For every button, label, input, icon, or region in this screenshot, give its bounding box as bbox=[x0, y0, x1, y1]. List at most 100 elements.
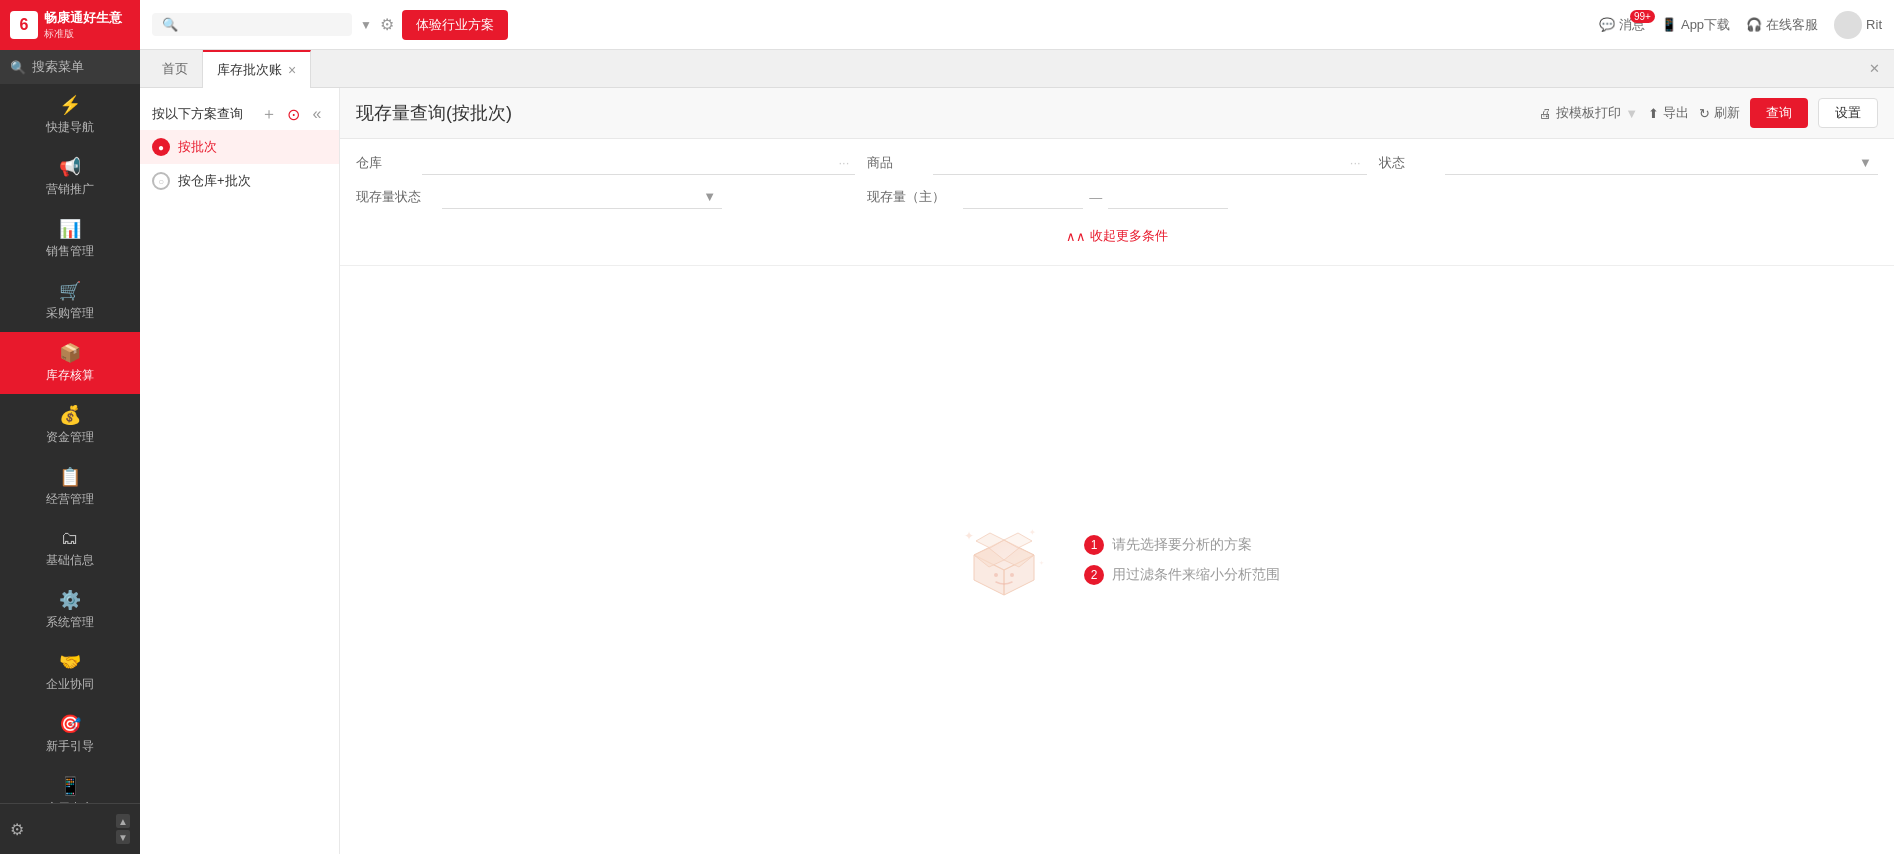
sidebar-item-purchase[interactable]: 🛒 采购管理 bbox=[0, 270, 140, 332]
sidebar-item-system[interactable]: ⚙️ 系统管理 bbox=[0, 579, 140, 641]
user-action[interactable]: Rit bbox=[1834, 11, 1882, 39]
add-scheme-btn[interactable]: ＋ bbox=[259, 104, 279, 124]
page-title: 现存量查询(按批次) bbox=[356, 101, 512, 125]
search-icon: 🔍 bbox=[10, 60, 26, 75]
edition-label: 标准版 bbox=[44, 27, 122, 40]
sidebar-item-marketing[interactable]: 📢 营销推广 bbox=[0, 146, 140, 208]
sidebar: 6 畅康通好生意 标准版 🔍 搜索菜单 ⚡ 快捷导航 📢 营销推广 📊 销售管理… bbox=[0, 0, 140, 854]
main-area: 🔍 ▼ ⚙ 体验行业方案 💬 消息 99+ 📱 App下载 🎧 在线客服 R bbox=[140, 0, 1894, 854]
export-btn[interactable]: ⬆ 导出 bbox=[1648, 104, 1689, 122]
topbar-gear-icon[interactable]: ⚙ bbox=[380, 15, 394, 34]
tab-batch-label: 库存批次账 bbox=[217, 61, 282, 79]
scheme-by-warehouse-batch-label: 按仓库+批次 bbox=[178, 172, 251, 190]
user-name: Rit bbox=[1866, 17, 1882, 32]
sidebar-nav: ⚡ 快捷导航 📢 营销推广 📊 销售管理 🛒 采购管理 📦 库存核算 💰 资金管… bbox=[0, 84, 140, 803]
topbar-search-area[interactable]: 🔍 bbox=[152, 13, 352, 36]
marketing-icon: 📢 bbox=[59, 156, 81, 178]
panel-header: 按以下方案查询 ＋ ⊙ « bbox=[140, 98, 339, 130]
company-name: 畅康通好生意 bbox=[44, 10, 122, 27]
sidebar-item-enterprise[interactable]: 🤝 企业协同 bbox=[0, 641, 140, 703]
header-text: 畅康通好生意 标准版 bbox=[44, 10, 122, 40]
page-header-actions: 🖨 按模板打印 ▼ ⬆ 导出 ↻ 刷新 查询 设置 bbox=[1539, 98, 1878, 128]
stock-qty-max-input[interactable] bbox=[1108, 185, 1228, 209]
tip-1-text: 请先选择要分析的方案 bbox=[1112, 536, 1252, 554]
stock-qty-min-input[interactable] bbox=[963, 185, 1083, 209]
sales-icon: 📊 bbox=[59, 218, 81, 240]
empty-tips: 1 请先选择要分析的方案 2 用过滤条件来缩小分析范围 bbox=[1084, 535, 1280, 585]
svg-text:✦: ✦ bbox=[1039, 560, 1044, 566]
sidebar-item-guide[interactable]: 🎯 新手引导 bbox=[0, 703, 140, 765]
app-download-action[interactable]: 📱 App下载 bbox=[1661, 16, 1730, 34]
status-arrow-icon: ▼ bbox=[1859, 155, 1872, 170]
export-icon: ⬆ bbox=[1648, 106, 1659, 121]
scroll-up-btn[interactable]: ▲ bbox=[116, 814, 130, 828]
settings-icon[interactable]: ⚙ bbox=[10, 820, 24, 839]
tab-batch-account[interactable]: 库存批次账 × bbox=[203, 50, 311, 88]
refresh-icon: ↻ bbox=[1699, 106, 1710, 121]
scroll-down-btn[interactable]: ▼ bbox=[116, 830, 130, 844]
messages-badge: 99+ bbox=[1630, 10, 1655, 23]
stock-qty-label: 现存量（主） bbox=[867, 188, 957, 206]
industry-btn[interactable]: 体验行业方案 bbox=[402, 10, 508, 40]
page-header: 现存量查询(按批次) 🖨 按模板打印 ▼ ⬆ 导出 ↻ 刷新 bbox=[340, 88, 1894, 139]
tab-bar: 首页 库存批次账 × ✕ bbox=[140, 50, 1894, 88]
inventory-icon: 📦 bbox=[59, 342, 81, 364]
sidebar-item-quick-nav[interactable]: ⚡ 快捷导航 bbox=[0, 84, 140, 146]
sidebar-search-label: 搜索菜单 bbox=[32, 58, 84, 76]
scheme-by-warehouse-batch[interactable]: ○ 按仓库+批次 bbox=[140, 164, 339, 198]
empty-tip-1: 1 请先选择要分析的方案 bbox=[1084, 535, 1280, 555]
messages-action[interactable]: 💬 消息 99+ bbox=[1599, 16, 1645, 34]
collapse-icon: ∧∧ bbox=[1066, 229, 1086, 244]
finance-icon: 💰 bbox=[59, 404, 81, 426]
tab-close-all-icon[interactable]: ✕ bbox=[1862, 57, 1886, 81]
filter-row-1: 仓库 ··· 商品 ··· 状态 bbox=[356, 151, 1878, 175]
system-icon: ⚙️ bbox=[59, 589, 81, 611]
nav-label: 基础信息 bbox=[46, 552, 94, 569]
sidebar-item-business[interactable]: 📋 经营管理 bbox=[0, 456, 140, 518]
headset-icon: 🎧 bbox=[1746, 17, 1762, 32]
nav-label: 快捷导航 bbox=[46, 119, 94, 136]
collapse-panel-btn[interactable]: « bbox=[307, 104, 327, 124]
sidebar-item-inventory[interactable]: 📦 库存核算 bbox=[0, 332, 140, 394]
print-dropdown-icon[interactable]: ▼ bbox=[1625, 106, 1638, 121]
collapse-bar[interactable]: ∧∧ 收起更多条件 bbox=[356, 219, 1878, 253]
scheme-settings-btn[interactable]: ⊙ bbox=[283, 104, 303, 124]
stock-qty-field: 现存量（主） — bbox=[867, 185, 1366, 209]
warehouse-label: 仓库 bbox=[356, 154, 416, 172]
print-btn[interactable]: 🖨 按模板打印 ▼ bbox=[1539, 104, 1638, 122]
product-input[interactable]: ··· bbox=[933, 151, 1366, 175]
status-field: 状态 ▼ bbox=[1379, 151, 1878, 175]
logo-icon: 6 bbox=[10, 11, 38, 39]
stock-status-select[interactable]: ▼ bbox=[442, 185, 722, 209]
warehouse-input[interactable]: ··· bbox=[422, 151, 855, 175]
status-select[interactable]: ▼ bbox=[1445, 151, 1878, 175]
sidebar-header: 6 畅康通好生意 标准版 bbox=[0, 0, 140, 50]
scheme-by-batch[interactable]: ● 按批次 bbox=[140, 130, 339, 164]
tab-close-icon[interactable]: × bbox=[288, 62, 296, 78]
warehouse-field: 仓库 ··· bbox=[356, 151, 855, 175]
online-service-action[interactable]: 🎧 在线客服 bbox=[1746, 16, 1818, 34]
sidebar-item-base[interactable]: 🗂 基础信息 bbox=[0, 518, 140, 579]
nav-label: 采购管理 bbox=[46, 305, 94, 322]
query-button[interactable]: 查询 bbox=[1750, 98, 1808, 128]
refresh-btn[interactable]: ↻ 刷新 bbox=[1699, 104, 1740, 122]
scheme-active-icon: ● bbox=[152, 138, 170, 156]
sidebar-item-app-center[interactable]: 📱 应用中心 bbox=[0, 765, 140, 803]
enterprise-icon: 🤝 bbox=[59, 651, 81, 673]
settings-button[interactable]: 设置 bbox=[1818, 98, 1878, 128]
purchase-icon: 🛒 bbox=[59, 280, 81, 302]
stock-status-arrow-icon: ▼ bbox=[703, 189, 716, 204]
sidebar-item-finance[interactable]: 💰 资金管理 bbox=[0, 394, 140, 456]
user-avatar bbox=[1834, 11, 1862, 39]
sidebar-search[interactable]: 🔍 搜索菜单 bbox=[0, 50, 140, 84]
sidebar-item-sales[interactable]: 📊 销售管理 bbox=[0, 208, 140, 270]
nav-label: 新手引导 bbox=[46, 738, 94, 755]
stock-status-field: 现存量状态 ▼ bbox=[356, 185, 855, 209]
base-icon: 🗂 bbox=[61, 528, 79, 549]
quick-nav-icon: ⚡ bbox=[59, 94, 81, 116]
tab-home[interactable]: 首页 bbox=[148, 50, 203, 88]
topbar-chevron-icon[interactable]: ▼ bbox=[360, 18, 372, 32]
right-panel: 现存量查询(按批次) 🖨 按模板打印 ▼ ⬆ 导出 ↻ 刷新 bbox=[340, 88, 1894, 854]
topbar-search-input[interactable] bbox=[184, 17, 314, 32]
tip-2-text: 用过滤条件来缩小分析范围 bbox=[1112, 566, 1280, 584]
